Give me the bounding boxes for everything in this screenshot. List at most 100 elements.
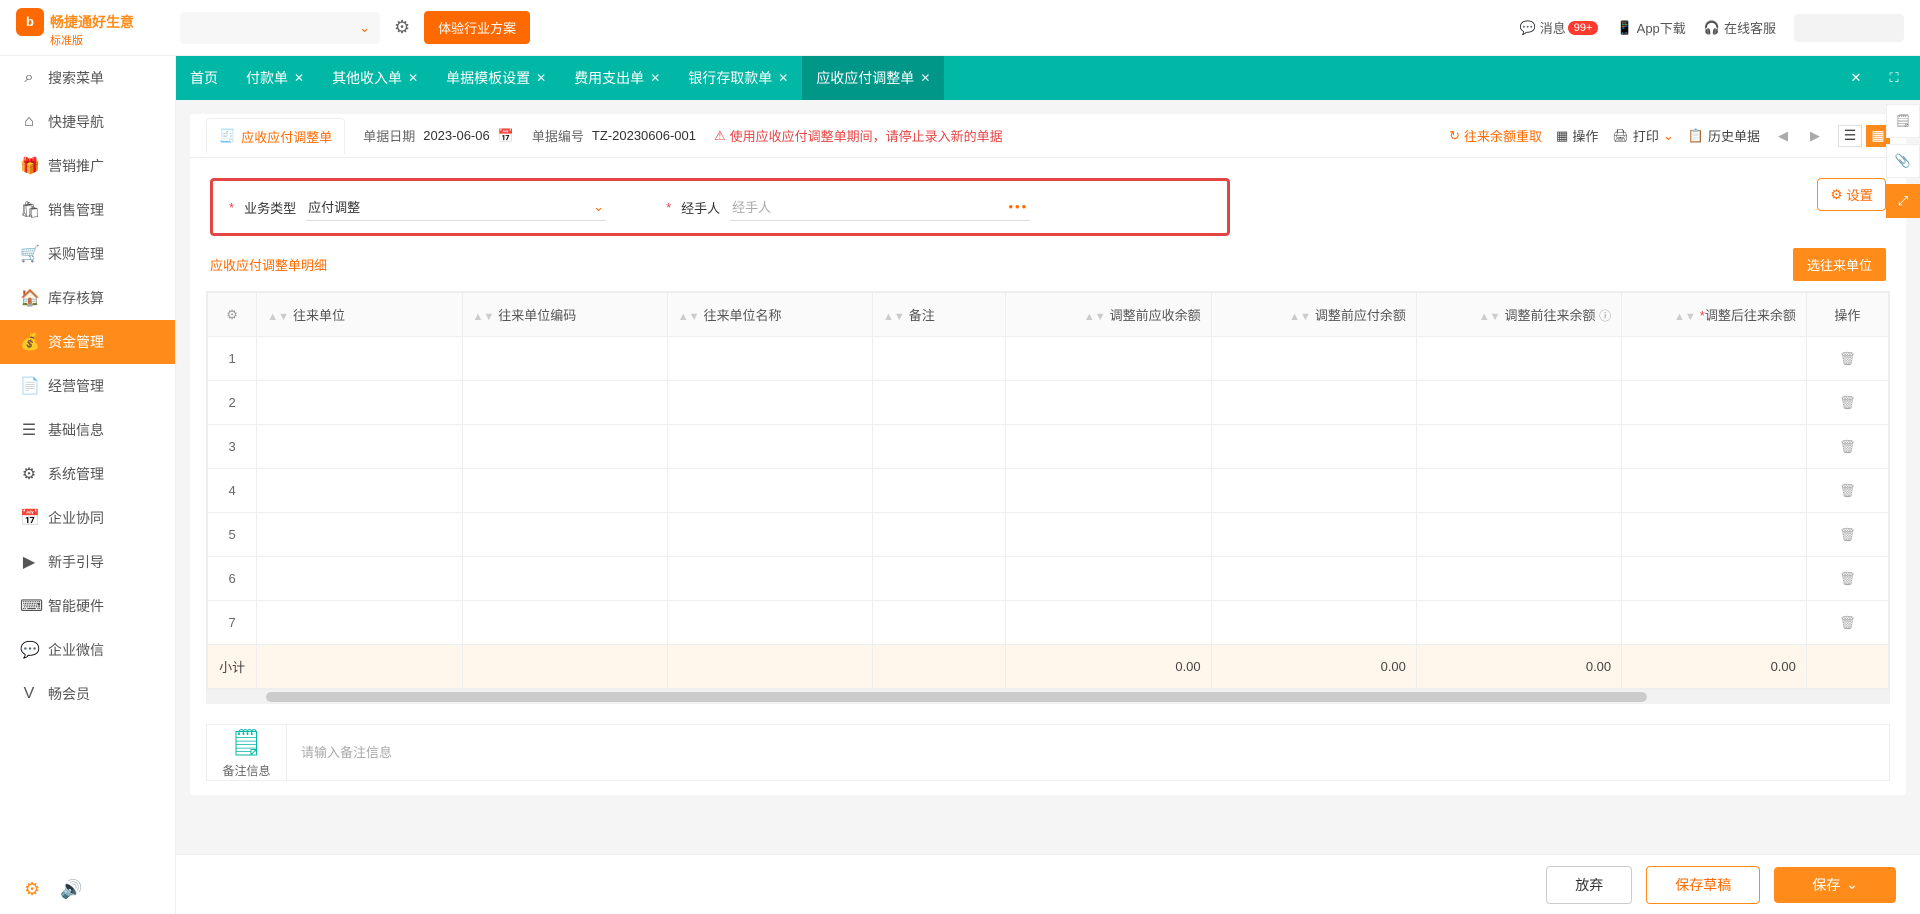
save-button[interactable]: 保存 ⌄ <box>1774 867 1896 903</box>
doc-number: 单据编号 TZ-20230606-001 <box>532 126 696 145</box>
tab[interactable]: 费用支出单✕ <box>560 56 674 100</box>
row-delete[interactable]: 🗑 <box>1806 381 1888 425</box>
required-fields-highlight: * 业务类型 应付调整 ⌄ * 经手人 <box>210 178 1230 236</box>
form-settings-button[interactable]: ⚙ 设置 <box>1817 178 1886 211</box>
sidebar-item[interactable]: 📅企业协同 <box>0 496 175 540</box>
info-icon[interactable]: ⓘ <box>1599 309 1611 323</box>
subtotal-row: 小计 0.00 0.00 0.00 0.00 <box>208 645 1889 689</box>
table-row[interactable]: 2🗑 <box>208 381 1889 425</box>
row-number: 6 <box>208 557 257 601</box>
sidebar-item-icon: ⚙ <box>20 464 38 484</box>
sidebar-item[interactable]: 🎁营销推广 <box>0 144 175 188</box>
tab[interactable]: 付款单✕ <box>232 56 318 100</box>
sidebar-item[interactable]: 🏠库存核算 <box>0 276 175 320</box>
sidebar-item[interactable]: V畅会员 <box>0 672 175 716</box>
col-pre-pay[interactable]: ▲▼调整前应付余额 <box>1211 293 1416 337</box>
sidebar-settings-icon[interactable]: ⚙ <box>24 879 40 900</box>
tab-close-icon[interactable]: ✕ <box>294 71 304 85</box>
sidebar-item[interactable]: 🛍 销售管理 <box>0 188 175 232</box>
logo-text: 畅捷通好生意 <box>50 12 134 32</box>
sidebar-item[interactable]: ⚙系统管理 <box>0 452 175 496</box>
row-delete[interactable]: 🗑 <box>1806 469 1888 513</box>
tab[interactable]: 首页 <box>176 56 232 100</box>
tab-close-all[interactable]: ✕ <box>1842 64 1870 92</box>
row-delete[interactable]: 🗑 <box>1806 513 1888 557</box>
col-partner-code[interactable]: ▲▼往来单位编码 <box>462 293 667 337</box>
handler-select[interactable]: 经手人 ••• <box>730 193 1030 221</box>
messages-link[interactable]: 💬 消息 99+ <box>1520 18 1599 37</box>
sidebar-item[interactable]: ⌕搜索菜单 <box>0 56 175 100</box>
col-partner-name[interactable]: ▲▼往来单位名称 <box>667 293 872 337</box>
sidebar-item-label: 销售管理 <box>48 200 104 220</box>
experience-button[interactable]: 体验行业方案 <box>424 11 530 44</box>
table-row[interactable]: 6🗑 <box>208 557 1889 601</box>
float-attach[interactable]: 📎 <box>1886 144 1920 178</box>
next-doc[interactable]: ▶ <box>1806 128 1824 144</box>
sidebar-item-icon: 🛍 <box>20 200 38 220</box>
row-delete[interactable]: 🗑 <box>1806 557 1888 601</box>
history-link[interactable]: 📋 历史单据 <box>1688 126 1760 145</box>
sidebar-item[interactable]: 📄经营管理 <box>0 364 175 408</box>
view-list[interactable]: ☰ <box>1838 125 1862 147</box>
tab-expand[interactable]: ⛶ <box>1880 64 1908 92</box>
tab-close-icon[interactable]: ✕ <box>650 71 660 85</box>
app-download-link[interactable]: 📱 App下载 <box>1616 18 1685 37</box>
float-note[interactable]: 🗒 <box>1886 104 1920 138</box>
tab[interactable]: 银行存取款单✕ <box>674 56 802 100</box>
col-action: 操作 <box>1806 293 1888 337</box>
save-draft-button[interactable]: 保存草稿 <box>1646 866 1760 904</box>
operate-dropdown[interactable]: ▦ 操作 <box>1556 126 1598 145</box>
sidebar-item[interactable]: ☰基础信息 <box>0 408 175 452</box>
sidebar-item-icon: ⌂ <box>20 113 38 131</box>
sidebar-sound-icon[interactable]: 🔊 <box>60 879 82 900</box>
headset-icon: 🎧 <box>1704 20 1720 36</box>
calendar-icon[interactable]: 📅 <box>498 128 514 144</box>
sidebar-item-label: 基础信息 <box>48 420 104 440</box>
tab-close-icon[interactable]: ✕ <box>536 71 546 85</box>
float-expand[interactable]: ⤢ <box>1886 184 1920 218</box>
choose-partner-button[interactable]: 选往来单位 <box>1793 248 1886 281</box>
tab[interactable]: 应收应付调整单✕ <box>802 56 944 100</box>
sidebar-item[interactable]: 💰资金管理 <box>0 320 175 364</box>
prev-doc[interactable]: ◀ <box>1774 128 1792 144</box>
tab-close-icon[interactable]: ✕ <box>778 71 788 85</box>
biz-type-select[interactable]: 应付调整 ⌄ <box>306 193 606 221</box>
col-remark[interactable]: ▲▼备注 <box>873 293 1006 337</box>
sidebar-item-icon: V <box>20 685 38 703</box>
sidebar-item[interactable]: 💬企业微信 <box>0 628 175 672</box>
table-row[interactable]: 3🗑 <box>208 425 1889 469</box>
sidebar-item[interactable]: ⌂快捷导航 <box>0 100 175 144</box>
gear-icon[interactable]: ⚙ <box>394 17 410 38</box>
user-avatar[interactable] <box>1794 14 1904 42</box>
tab-close-icon[interactable]: ✕ <box>408 71 418 85</box>
sidebar-item-label: 资金管理 <box>48 332 104 352</box>
row-delete[interactable]: 🗑 <box>1806 337 1888 381</box>
row-config-header[interactable]: ⚙ <box>208 293 257 337</box>
sidebar-item[interactable]: ▶新手引导 <box>0 540 175 584</box>
tab-close-icon[interactable]: ✕ <box>920 71 930 85</box>
col-partner[interactable]: ▲▼往来单位 <box>257 293 462 337</box>
col-pre-bal[interactable]: ▲▼调整前往来余额 ⓘ <box>1416 293 1621 337</box>
horizontal-scrollbar[interactable] <box>206 690 1890 704</box>
tab[interactable]: 其他收入单✕ <box>318 56 432 100</box>
row-delete[interactable]: 🗑 <box>1806 425 1888 469</box>
print-dropdown[interactable]: 🖨 打印 ⌄ <box>1612 126 1673 145</box>
recalc-balance-link[interactable]: ↻ 往来余额重取 <box>1449 126 1542 145</box>
table-row[interactable]: 7🗑 <box>208 601 1889 645</box>
row-delete[interactable]: 🗑 <box>1806 601 1888 645</box>
online-service-link[interactable]: 🎧 在线客服 <box>1704 18 1776 37</box>
col-post-bal[interactable]: ▲▼*调整后往来余额 <box>1622 293 1807 337</box>
footer-actions: 放弃 保存草稿 保存 ⌄ <box>176 854 1920 914</box>
remark-input[interactable] <box>287 725 1889 780</box>
table-row[interactable]: 5🗑 <box>208 513 1889 557</box>
org-selector[interactable]: ⌄ <box>180 12 380 44</box>
table-row[interactable]: 4🗑 <box>208 469 1889 513</box>
discard-button[interactable]: 放弃 <box>1546 866 1632 904</box>
sidebar-item[interactable]: ⌨智能硬件 <box>0 584 175 628</box>
sidebar-item-label: 营销推广 <box>48 156 104 176</box>
sidebar-item[interactable]: 🛒采购管理 <box>0 232 175 276</box>
col-pre-recv[interactable]: ▲▼调整前应收余额 <box>1006 293 1211 337</box>
table-row[interactable]: 1🗑 <box>208 337 1889 381</box>
sidebar-item-label: 企业微信 <box>48 640 104 660</box>
tab[interactable]: 单据模板设置✕ <box>432 56 560 100</box>
